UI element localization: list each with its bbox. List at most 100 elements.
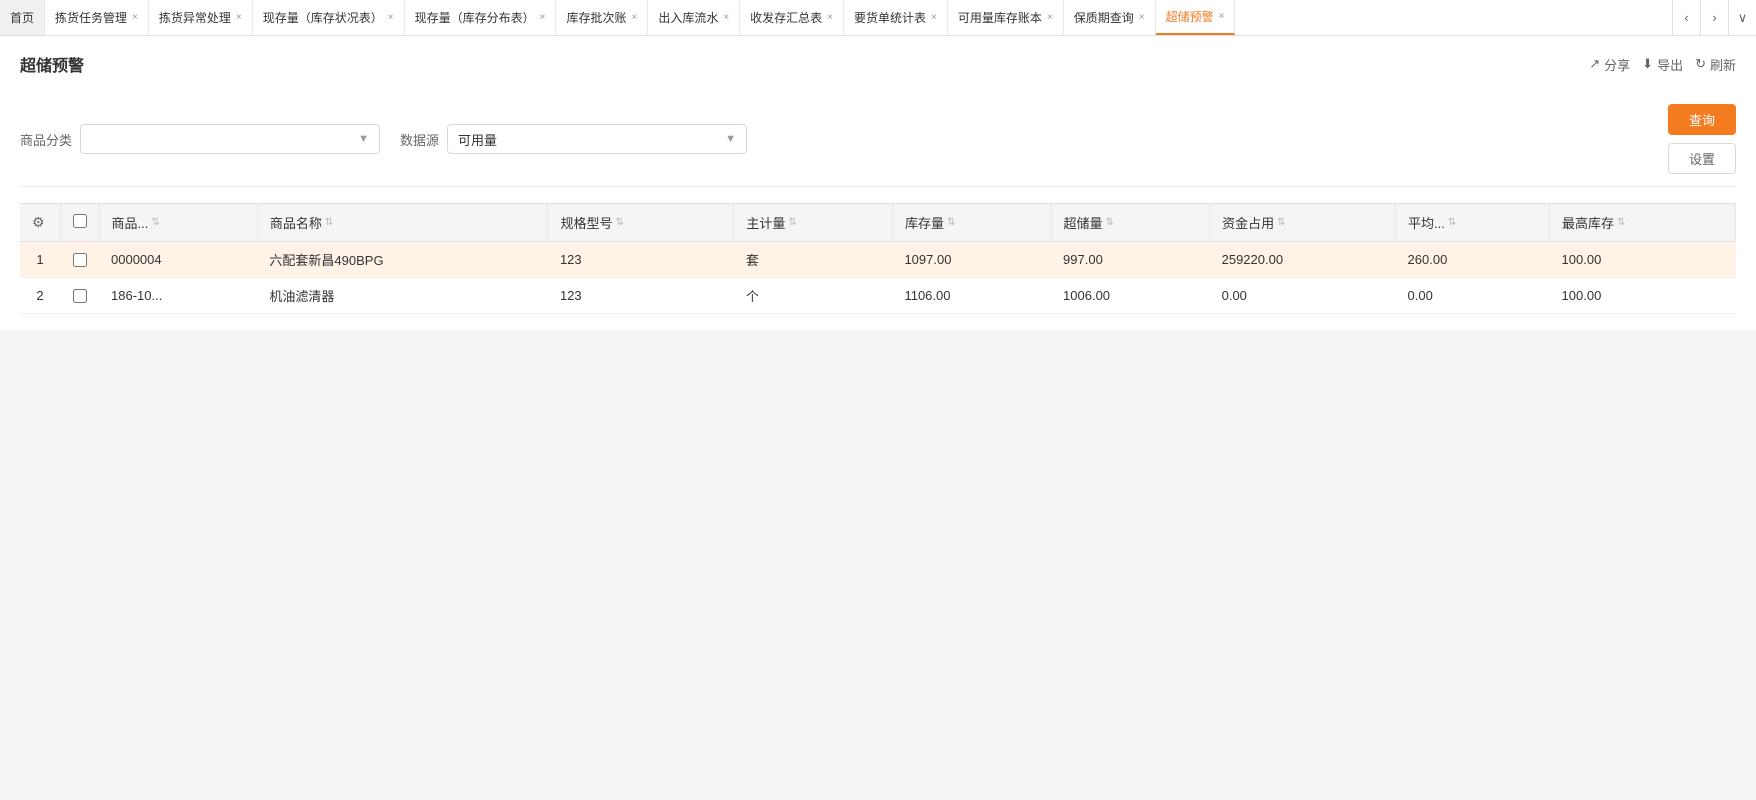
col-check-header[interactable] xyxy=(60,204,99,242)
tab-label-5: 出入库流水 xyxy=(658,9,718,26)
sort-icon-spec: ⇅ xyxy=(615,217,623,228)
home-label: 首页 xyxy=(10,9,34,26)
export-button[interactable]: ⬇ 导出 xyxy=(1642,55,1683,74)
category-select[interactable]: ▼ xyxy=(80,124,380,154)
sort-icon-stock: ⇅ xyxy=(947,217,955,228)
nav-tab-6[interactable]: 收发存汇总表 × xyxy=(740,0,844,35)
row-checkbox-1[interactable] xyxy=(73,253,87,267)
col-maxstock-header[interactable]: 最高库存 ⇅ xyxy=(1550,204,1736,242)
avg-2: 0.00 xyxy=(1396,278,1550,314)
refresh-button[interactable]: ↻ 刷新 xyxy=(1695,55,1736,74)
gear-icon[interactable]: ⚙ xyxy=(32,214,45,230)
sort-icon-avg: ⇅ xyxy=(1448,217,1456,228)
table-row: 1 0000004 六配套新昌490BPG 123 套 1097.00 997.… xyxy=(20,242,1736,278)
title-actions: ↗ 分享 ⬇ 导出 ↻ 刷新 xyxy=(1589,55,1736,74)
tab-close-8[interactable]: × xyxy=(1047,12,1053,23)
tab-close-3[interactable]: × xyxy=(540,12,546,23)
col-overstock-label: 超储量 xyxy=(1064,213,1103,232)
data-table: ⚙ 商品... ⇅ 商品名称 ⇅ xyxy=(20,203,1736,314)
nav-arrow-left[interactable]: ‹ xyxy=(1672,0,1700,36)
refresh-icon: ↻ xyxy=(1695,56,1706,72)
sort-icon-capital: ⇅ xyxy=(1277,217,1285,228)
datasource-arrow-icon: ▼ xyxy=(725,133,736,145)
tab-label-8: 可用量库存账本 xyxy=(958,9,1042,26)
col-spec-label: 规格型号 xyxy=(560,213,612,232)
col-spec-header[interactable]: 规格型号 ⇅ xyxy=(548,204,734,242)
nav-tab-8[interactable]: 可用量库存账本 × xyxy=(948,0,1064,35)
nav-home[interactable]: 首页 xyxy=(0,0,45,35)
datasource-label: 数据源 xyxy=(400,130,439,149)
page-content: 超储预警 ↗ 分享 ⬇ 导出 ↻ 刷新 商品分类 ▼ 数据源 xyxy=(0,36,1756,330)
avg-1: 260.00 xyxy=(1396,242,1550,278)
category-label: 商品分类 xyxy=(20,130,72,149)
nav-tab-2[interactable]: 现存量（库存状况表） × xyxy=(253,0,405,35)
action-buttons: 查询 设置 xyxy=(1668,104,1736,174)
nav-arrows: ‹ › ∨ xyxy=(1672,0,1756,36)
row-checkbox-2[interactable] xyxy=(73,289,87,303)
filter-bar: 商品分类 ▼ 数据源 可用量 ▼ 查询 设置 xyxy=(20,92,1736,187)
nav-tab-0[interactable]: 拣货任务管理 × xyxy=(45,0,149,35)
col-overstock-header[interactable]: 超储量 ⇅ xyxy=(1051,204,1210,242)
nav-tab-10[interactable]: 超储预警 × xyxy=(1156,0,1236,35)
tab-label-4: 库存批次账 xyxy=(566,9,626,26)
sort-icon-maxstock: ⇅ xyxy=(1617,217,1625,228)
tab-close-7[interactable]: × xyxy=(931,12,937,23)
col-gear-header[interactable]: ⚙ xyxy=(20,204,60,242)
product-name-2: 机油滤清器 xyxy=(257,278,548,314)
spec-1: 123 xyxy=(548,242,734,278)
nav-tab-1[interactable]: 拣货异常处理 × xyxy=(149,0,253,35)
query-button[interactable]: 查询 xyxy=(1668,104,1736,135)
nav-tab-7[interactable]: 要货单统计表 × xyxy=(844,0,948,35)
tab-close-2[interactable]: × xyxy=(388,12,394,23)
col-avg-header[interactable]: 平均... ⇅ xyxy=(1396,204,1550,242)
tab-close-0[interactable]: × xyxy=(132,12,138,23)
nav-arrow-more[interactable]: ∨ xyxy=(1728,0,1756,36)
sort-icon-code: ⇅ xyxy=(151,217,159,228)
capital-1: 259220.00 xyxy=(1210,242,1396,278)
tab-close-5[interactable]: × xyxy=(723,12,729,23)
col-stock-label: 库存量 xyxy=(905,213,944,232)
col-unit-label: 主计量 xyxy=(746,213,785,232)
share-icon: ↗ xyxy=(1589,56,1600,72)
sort-icon-overstock: ⇅ xyxy=(1106,217,1114,228)
tab-close-1[interactable]: × xyxy=(236,12,242,23)
tab-close-10[interactable]: × xyxy=(1219,11,1225,22)
datasource-select[interactable]: 可用量 ▼ xyxy=(447,124,747,154)
tab-close-9[interactable]: × xyxy=(1139,12,1145,23)
nav-tab-3[interactable]: 现存量（库存分布表） × xyxy=(405,0,557,35)
datasource-filter-item: 数据源 可用量 ▼ xyxy=(400,124,747,154)
nav-tab-5[interactable]: 出入库流水 × xyxy=(648,0,740,35)
col-product-name-label: 商品名称 xyxy=(270,213,322,232)
select-all-checkbox[interactable] xyxy=(73,214,87,228)
category-filter-item: 商品分类 ▼ xyxy=(20,124,380,154)
capital-2: 0.00 xyxy=(1210,278,1396,314)
stock-2: 1106.00 xyxy=(892,278,1051,314)
refresh-label: 刷新 xyxy=(1710,55,1736,74)
col-product-name-header[interactable]: 商品名称 ⇅ xyxy=(257,204,548,242)
share-button[interactable]: ↗ 分享 xyxy=(1589,55,1630,74)
page-title: 超储预警 xyxy=(20,52,84,76)
table-header-row: ⚙ 商品... ⇅ 商品名称 ⇅ xyxy=(20,204,1736,242)
table-row: 2 186-10... 机油滤清器 123 个 1106.00 1006.00 … xyxy=(20,278,1736,314)
overstock-1: 997.00 xyxy=(1051,242,1210,278)
col-avg-label: 平均... xyxy=(1408,213,1445,232)
settings-button[interactable]: 设置 xyxy=(1668,143,1736,174)
col-product-code-label: 商品... xyxy=(112,213,149,232)
nav-tab-9[interactable]: 保质期查询 × xyxy=(1064,0,1156,35)
nav-arrow-right[interactable]: › xyxy=(1700,0,1728,36)
tab-close-4[interactable]: × xyxy=(631,12,637,23)
row-check-1[interactable] xyxy=(60,242,99,278)
share-label: 分享 xyxy=(1604,55,1630,74)
nav-tab-4[interactable]: 库存批次账 × xyxy=(556,0,648,35)
col-capital-header[interactable]: 资金占用 ⇅ xyxy=(1210,204,1396,242)
sort-icon-unit: ⇅ xyxy=(788,217,796,228)
col-stock-header[interactable]: 库存量 ⇅ xyxy=(892,204,1051,242)
unit-2: 个 xyxy=(734,278,893,314)
col-product-code-header[interactable]: 商品... ⇅ xyxy=(99,204,257,242)
tab-label-2: 现存量（库存状况表） xyxy=(263,9,383,26)
tab-label-6: 收发存汇总表 xyxy=(750,9,822,26)
row-check-2[interactable] xyxy=(60,278,99,314)
tab-close-6[interactable]: × xyxy=(827,12,833,23)
row-num-2: 2 xyxy=(20,278,60,314)
col-unit-header[interactable]: 主计量 ⇅ xyxy=(734,204,893,242)
